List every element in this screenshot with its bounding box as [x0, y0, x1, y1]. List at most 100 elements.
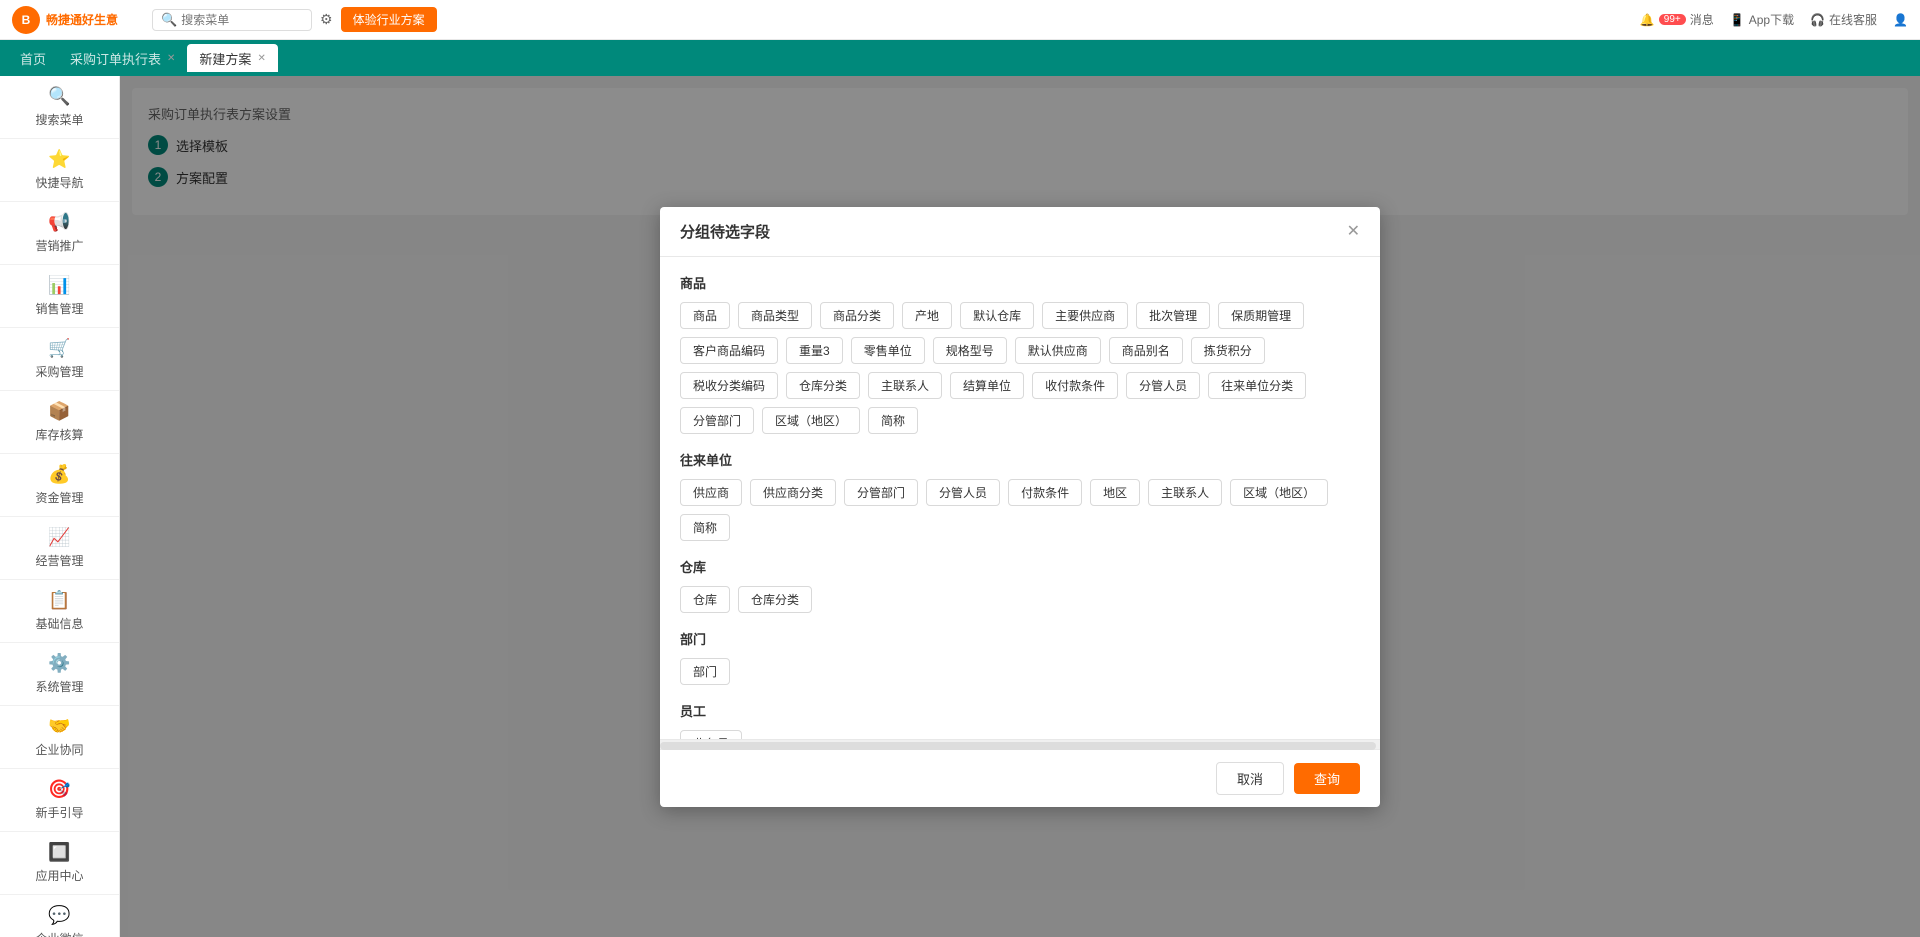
- sidebar-marketing-label: 营销推广: [35, 237, 83, 254]
- sidebar-item-sales[interactable]: 📊 销售管理: [0, 265, 119, 328]
- tab-purchase-order[interactable]: 采购订单执行表 ✕: [58, 44, 187, 72]
- tab-new-plan[interactable]: 新建方案 ✕: [187, 44, 277, 72]
- sidebar-item-basic-info[interactable]: 📋 基础信息: [0, 580, 119, 643]
- field-tag-goods-23[interactable]: 区域（地区）: [762, 407, 860, 434]
- modal-body: 商品 商品 商品类型 商品分类 产地 默认仓库 主要供应商 批次管理 保质期管理…: [660, 257, 1380, 740]
- field-tag-goods-2[interactable]: 商品分类: [820, 302, 894, 329]
- field-select-modal: 分组待选字段 ✕ 商品 商品 商品类型 商品分类 产地 默认仓库 主要供应商 批…: [660, 207, 1380, 807]
- user-avatar[interactable]: 👤: [1893, 13, 1908, 27]
- field-tag-goods-21[interactable]: 往来单位分类: [1208, 372, 1306, 399]
- field-tag-goods-8[interactable]: 客户商品编码: [680, 337, 778, 364]
- sidebar-sales-label: 销售管理: [35, 300, 83, 317]
- sidebar-item-purchase[interactable]: 🛒 采购管理: [0, 328, 119, 391]
- field-group-partner-title: 往来单位: [680, 450, 1360, 469]
- field-tag-goods-6[interactable]: 批次管理: [1136, 302, 1210, 329]
- marketing-icon: 📢: [48, 212, 70, 233]
- experience-btn[interactable]: 体验行业方案: [341, 7, 437, 32]
- online-support[interactable]: 🎧 在线客服: [1810, 11, 1877, 28]
- tab-home-label: 首页: [20, 49, 46, 68]
- field-tag-warehouse-1[interactable]: 仓库分类: [738, 586, 812, 613]
- logo-text: 畅捷通好生意: [46, 11, 118, 28]
- field-tag-partner-1[interactable]: 供应商分类: [750, 479, 836, 506]
- star-icon: ⭐: [48, 149, 70, 170]
- field-tag-goods-20[interactable]: 分管人员: [1126, 372, 1200, 399]
- field-tag-goods-19[interactable]: 收付款条件: [1032, 372, 1118, 399]
- purchase-icon: 🛒: [48, 338, 70, 359]
- field-tag-goods-22[interactable]: 分管部门: [680, 407, 754, 434]
- field-tag-goods-16[interactable]: 仓库分类: [786, 372, 860, 399]
- sidebar-appcenter-label: 应用中心: [35, 867, 83, 884]
- modal-header: 分组待选字段 ✕: [660, 207, 1380, 257]
- basic-info-icon: 📋: [48, 590, 70, 611]
- field-tag-partner-5[interactable]: 地区: [1090, 479, 1140, 506]
- sidebar-inventory-label: 库存核算: [35, 426, 83, 443]
- field-group-goods: 商品 商品 商品类型 商品分类 产地 默认仓库 主要供应商 批次管理 保质期管理…: [680, 273, 1360, 434]
- field-tag-goods-1[interactable]: 商品类型: [738, 302, 812, 329]
- field-tag-partner-4[interactable]: 付款条件: [1008, 479, 1082, 506]
- sidebar-item-finance[interactable]: 💰 资金管理: [0, 454, 119, 517]
- field-tag-goods-3[interactable]: 产地: [902, 302, 952, 329]
- sidebar-item-operations[interactable]: 📈 经营管理: [0, 517, 119, 580]
- confirm-button[interactable]: 查询: [1294, 763, 1360, 794]
- sidebar-item-quick-nav[interactable]: ⭐ 快捷导航: [0, 139, 119, 202]
- tab-new-plan-close[interactable]: ✕: [257, 53, 265, 64]
- field-tag-goods-0[interactable]: 商品: [680, 302, 730, 329]
- field-tag-goods-5[interactable]: 主要供应商: [1042, 302, 1128, 329]
- field-tag-goods-15[interactable]: 税收分类编码: [680, 372, 778, 399]
- settings-icon[interactable]: ⚙: [320, 11, 333, 28]
- field-tag-dept-0[interactable]: 部门: [680, 658, 730, 685]
- field-tags-goods: 商品 商品类型 商品分类 产地 默认仓库 主要供应商 批次管理 保质期管理 客户…: [680, 302, 1360, 434]
- top-header: B 畅捷通好生意 🔍 ⚙ 体验行业方案 🔔 99+ 消息 📱 App下载 🎧 在…: [0, 0, 1920, 40]
- sidebar-guide-label: 新手引导: [35, 804, 83, 821]
- search-box: 🔍: [152, 9, 312, 31]
- field-tag-goods-4[interactable]: 默认仓库: [960, 302, 1034, 329]
- field-tag-goods-10[interactable]: 零售单位: [851, 337, 925, 364]
- notification-area[interactable]: 🔔 99+ 消息: [1640, 11, 1714, 28]
- sidebar-item-marketing[interactable]: 📢 营销推广: [0, 202, 119, 265]
- modal-hscrollbar[interactable]: [660, 739, 1380, 748]
- field-tag-goods-24[interactable]: 简称: [868, 407, 918, 434]
- field-tag-goods-14[interactable]: 拣货积分: [1191, 337, 1265, 364]
- field-tag-goods-11[interactable]: 规格型号: [933, 337, 1007, 364]
- cancel-button[interactable]: 取消: [1216, 762, 1284, 795]
- app-download[interactable]: 📱 App下载: [1730, 11, 1794, 28]
- field-tag-partner-3[interactable]: 分管人员: [926, 479, 1000, 506]
- field-tag-staff-0[interactable]: 业务员: [680, 730, 742, 740]
- sidebar-item-app-center[interactable]: 🔲 应用中心: [0, 832, 119, 895]
- search-input[interactable]: [181, 13, 281, 27]
- sidebar-item-guide[interactable]: 🎯 新手引导: [0, 769, 119, 832]
- field-tag-goods-9[interactable]: 重量3: [786, 337, 843, 364]
- sidebar-item-system[interactable]: ⚙️ 系统管理: [0, 643, 119, 706]
- field-tag-partner-0[interactable]: 供应商: [680, 479, 742, 506]
- tab-home[interactable]: 首页: [8, 44, 58, 72]
- field-tag-goods-7[interactable]: 保质期管理: [1218, 302, 1304, 329]
- field-group-warehouse: 仓库 仓库 仓库分类: [680, 557, 1360, 613]
- sidebar-item-search[interactable]: 🔍 搜索菜单: [0, 76, 119, 139]
- sidebar-item-inventory[interactable]: 📦 库存核算: [0, 391, 119, 454]
- app-download-label: App下载: [1749, 11, 1794, 28]
- inventory-icon: 📦: [48, 401, 70, 422]
- modal-close-button[interactable]: ✕: [1347, 221, 1360, 241]
- field-group-goods-title: 商品: [680, 273, 1360, 292]
- modal-title: 分组待选字段: [680, 221, 770, 242]
- sidebar-system-label: 系统管理: [35, 678, 83, 695]
- field-tag-goods-17[interactable]: 主联系人: [868, 372, 942, 399]
- sidebar-basicinfo-label: 基础信息: [35, 615, 83, 632]
- sidebar-item-collab[interactable]: 🤝 企业协同: [0, 706, 119, 769]
- sidebar-item-wechat[interactable]: 💬 企业微信: [0, 895, 119, 937]
- field-tag-goods-13[interactable]: 商品别名: [1109, 337, 1183, 364]
- field-tag-partner-8[interactable]: 简称: [680, 514, 730, 541]
- field-tag-partner-7[interactable]: 区域（地区）: [1230, 479, 1328, 506]
- tab-purchase-order-close[interactable]: ✕: [167, 53, 175, 64]
- field-tags-dept: 部门: [680, 658, 1360, 685]
- field-tag-goods-12[interactable]: 默认供应商: [1015, 337, 1101, 364]
- field-tag-goods-18[interactable]: 结算单位: [950, 372, 1024, 399]
- field-tags-warehouse: 仓库 仓库分类: [680, 586, 1360, 613]
- field-tag-partner-6[interactable]: 主联系人: [1148, 479, 1222, 506]
- sidebar-collab-label: 企业协同: [35, 741, 83, 758]
- field-tag-warehouse-0[interactable]: 仓库: [680, 586, 730, 613]
- sidebar-purchase-label: 采购管理: [35, 363, 83, 380]
- field-tag-partner-2[interactable]: 分管部门: [844, 479, 918, 506]
- search-icon: 🔍: [161, 12, 177, 28]
- sidebar-search-label: 搜索菜单: [35, 111, 83, 128]
